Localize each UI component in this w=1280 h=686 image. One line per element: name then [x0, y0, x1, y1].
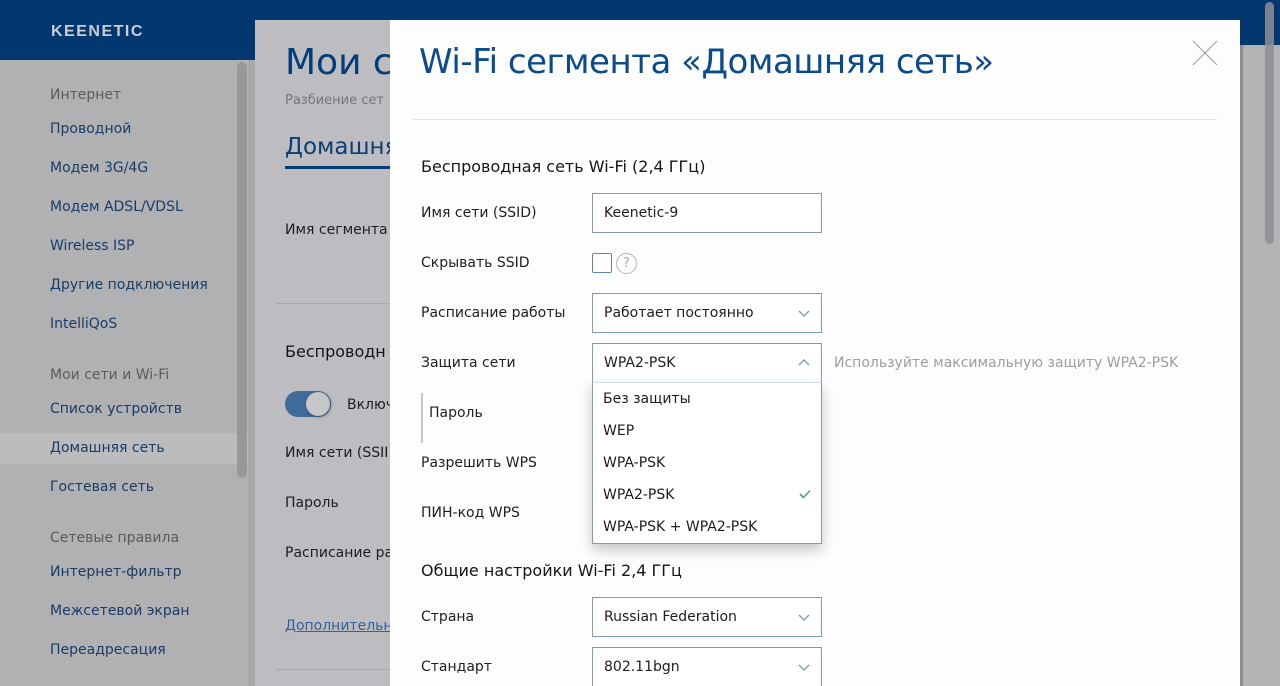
chevron-down-icon — [798, 614, 810, 621]
schedule-value: Работает постоянно — [604, 305, 754, 321]
sidebar-item-port-forwarding[interactable]: Переадресация — [50, 642, 166, 658]
hide-ssid-label: Скрывать SSID — [421, 255, 530, 271]
sidebar-item-home-network[interactable]: Домашняя сеть — [50, 440, 165, 456]
password-label: Пароль — [429, 405, 483, 421]
security-label: Защита сети — [421, 355, 516, 371]
tab-active-indicator — [285, 166, 395, 169]
page-scroll-track — [1240, 0, 1280, 686]
tab-home-network[interactable]: Домашня — [285, 134, 398, 160]
hide-ssid-checkbox[interactable] — [592, 253, 612, 273]
chevron-up-icon — [798, 359, 810, 366]
sidebar-item-intelliqos[interactable]: IntelliQoS — [50, 316, 117, 332]
close-icon — [1192, 40, 1218, 66]
password-indent-bar — [421, 393, 423, 443]
dropdown-option-wep[interactable]: WEP — [593, 415, 821, 447]
security-hint: Используйте максимальную защиту WPA2-PSK — [834, 355, 1179, 371]
sidebar-item-modem-adsl[interactable]: Модем ADSL/VDSL — [50, 199, 183, 215]
standard-label: Стандарт — [421, 659, 492, 675]
country-select[interactable]: Russian Federation — [592, 597, 822, 637]
wireless-section-title: Беспроводная сеть Wi-Fi (2,4 ГГц) — [421, 157, 706, 176]
dropdown-option-wpa-wpa2-psk[interactable]: WPA-PSK + WPA2-PSK — [593, 511, 821, 543]
scroll-edge — [1240, 45, 1243, 686]
sidebar-scrollbar[interactable] — [237, 62, 247, 478]
standard-select[interactable]: 802.11bgn — [592, 647, 822, 686]
sidebar-item-firewall[interactable]: Межсетевой экран — [50, 603, 190, 619]
dropdown-option-wpa-psk[interactable]: WPA-PSK — [593, 447, 821, 479]
wps-label: Разрешить WPS — [421, 455, 537, 471]
ssid-input[interactable]: Keenetic-9 — [592, 193, 822, 233]
dropdown-option-wpa2-psk[interactable]: WPA2-PSK — [593, 479, 821, 511]
ssid-label: Имя сети (SSII — [285, 445, 389, 461]
sidebar-scroll-track — [248, 60, 255, 686]
sidebar-item-internet-filter[interactable]: Интернет-фильтр — [50, 564, 182, 580]
divider — [276, 303, 396, 304]
schedule-select[interactable]: Работает постоянно — [592, 293, 822, 333]
toggle-label: Включ — [347, 397, 395, 413]
schedule-label: Расписание ра — [285, 545, 394, 561]
wireless-section-title: Беспроводн — [285, 342, 386, 361]
modal-title: Wi-Fi сегмента «Домашняя сеть» — [419, 42, 994, 82]
sidebar-item-device-list[interactable]: Список устройств — [50, 401, 182, 417]
sidebar-item-modem-3g4g[interactable]: Модем 3G/4G — [50, 160, 148, 176]
sidebar-item-other-connections[interactable]: Другие подключения — [50, 277, 208, 293]
keenetic-logo[interactable]: KEENETIC — [51, 23, 144, 41]
page-subtitle: Разбиение сет — [285, 93, 384, 108]
sidebar-item-guest-network[interactable]: Гостевая сеть — [50, 479, 154, 495]
chevron-down-icon — [798, 664, 810, 671]
security-select[interactable]: WPA2-PSK — [592, 343, 822, 383]
option-label: WPA2-PSK — [603, 487, 675, 503]
security-dropdown-list: Без защиты WEP WPA-PSK WPA2-PSK WPA-PSK … — [592, 382, 822, 544]
password-label: Пароль — [285, 495, 339, 511]
modal-divider — [413, 119, 1217, 120]
schedule-label: Расписание работы — [421, 305, 566, 321]
sidebar-group-internet: Интернет — [50, 87, 122, 103]
sidebar-group-network-rules: Сетевые правила — [50, 530, 180, 546]
sidebar-item-wired[interactable]: Проводной — [50, 121, 131, 137]
close-button[interactable] — [1190, 38, 1220, 68]
help-icon[interactable]: ? — [616, 253, 637, 274]
wifi-enable-toggle[interactable] — [285, 391, 331, 417]
sidebar-item-wireless-isp[interactable]: Wireless ISP — [50, 238, 135, 254]
toggle-knob — [306, 392, 330, 416]
segment-name-label: Имя сегмента — [285, 222, 388, 238]
wifi-settings-modal: Wi-Fi сегмента «Домашняя сеть» Беспровод… — [390, 20, 1240, 686]
checkmark-icon — [799, 489, 811, 499]
dropdown-option-none[interactable]: Без защиты — [593, 383, 821, 415]
page-title: Мои с — [285, 42, 393, 83]
country-value: Russian Federation — [604, 609, 737, 625]
header-extension — [1240, 0, 1280, 45]
standard-value: 802.11bgn — [604, 659, 680, 675]
wps-pin-label: ПИН-код WPS — [421, 505, 520, 521]
ssid-label: Имя сети (SSID) — [421, 205, 537, 221]
country-label: Страна — [421, 609, 475, 625]
sidebar: Интернет Проводной Модем 3G/4G Модем ADS… — [0, 60, 250, 686]
more-settings-link[interactable]: Дополнительн — [285, 618, 393, 634]
divider — [276, 669, 396, 670]
sidebar-group-my-networks: Мои сети и Wi-Fi — [50, 367, 170, 383]
page-scrollbar[interactable] — [1265, 2, 1274, 244]
chevron-down-icon — [798, 310, 810, 317]
general-settings-title: Общие настройки Wi-Fi 2,4 ГГц — [421, 561, 682, 580]
security-value: WPA2-PSK — [604, 355, 676, 371]
